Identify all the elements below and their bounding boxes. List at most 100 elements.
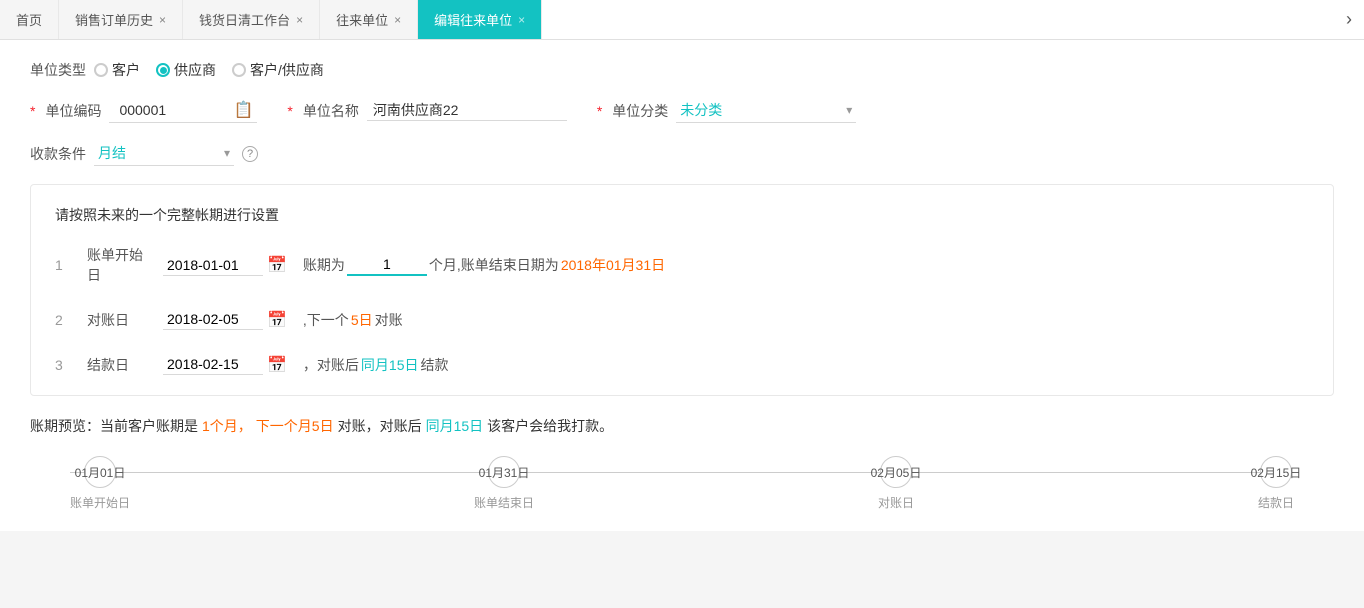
period-highlight-2: 5日 [351,310,373,330]
tab-partner-label: 往来单位 [336,10,388,29]
period-row-label-2: 对账日 [87,310,147,330]
period-date-input-2[interactable] [163,309,263,330]
unit-code-star: * [30,103,35,119]
radio-both-label: 客户/供应商 [250,60,324,80]
payment-terms-select[interactable]: 月结 ▾ [94,141,234,166]
radio-both[interactable]: 客户/供应商 [232,60,324,80]
tab-expand-button[interactable]: › [1334,0,1364,39]
period-row-num-3: 3 [55,357,71,373]
preview-mid: 下一个月5日 [256,416,334,436]
period-calendar-icon-2[interactable]: 📅 [267,310,287,330]
payment-chevron-icon: ▾ [224,146,230,160]
timeline-point-3: 02月15日 结款日 [1258,456,1294,511]
unit-category-label: 单位分类 [612,101,668,121]
preview-prefix: 账期预览：当前客户账期是 [30,416,198,436]
main-content: 单位类型 客户 供应商 客户/供应商 * 单位编码 [0,40,1364,531]
period-desc-suffix-2: 对账 [375,310,403,330]
radio-supplier[interactable]: 供应商 [156,60,216,80]
period-date-wrap-1: 📅 [163,255,287,276]
preview-text: 账期预览：当前客户账期是 1个月， 下一个月5日 对账，对账后 同月15日 该客… [30,416,1334,436]
timeline-dot-0: 01月01日 [84,456,116,488]
timeline-dot-label-1: 账单结束日 [474,494,534,511]
tab-cash-work[interactable]: 钱货日清工作台 × [183,0,320,39]
unit-name-star: * [287,103,292,119]
period-desc-suffix-1: 个月,账单结束日期为 [429,255,559,275]
unit-name-label: 单位名称 [303,101,359,121]
period-date-input-1[interactable] [163,255,263,276]
unit-code-input[interactable] [113,100,233,120]
chevron-down-icon: ▾ [846,103,852,117]
timeline-dot-label-3: 结款日 [1258,494,1294,511]
timeline-dot-label-0: 账单开始日 [70,494,130,511]
timeline: 01月01日 账单开始日 01月31日 账单结束日 02月05日 对账日 02月… [30,456,1334,511]
unit-code-field: * 单位编码 📋 [30,98,257,123]
period-highlight-3: 同月15日 [361,355,419,375]
radio-both-circle [232,63,246,77]
payment-terms-label: 收款条件 [30,144,86,164]
period-row-3: 3 结款日 📅 ，对账后 同月15日 结款 [55,354,1309,375]
unit-category-value: 未分类 [680,100,846,120]
radio-customer-label: 客户 [112,60,140,80]
tab-home-label: 首页 [16,10,42,29]
tab-sales-order[interactable]: 销售订单历史 × [59,0,183,39]
preview-suffix: 该客户会给我打款。 [487,416,613,436]
timeline-point-1: 01月31日 账单结束日 [474,456,534,511]
tab-partner-close[interactable]: × [394,13,401,27]
timeline-dot-date-3: 02月15日 [1251,464,1302,481]
tab-edit-partner-label: 编辑往来单位 [434,10,512,29]
unit-category-select[interactable]: 未分类 ▾ [676,98,856,123]
timeline-point-2: 02月05日 对账日 [878,456,914,511]
period-row-1: 1 账单开始日 📅 账期为 个月,账单结束日期为 2018年01月31日 [55,245,1309,285]
period-row-num-2: 2 [55,312,71,328]
period-box-title: 请按照未来的一个完整帐期进行设置 [55,205,1309,225]
tab-home[interactable]: 首页 [0,0,59,39]
radio-supplier-circle [156,63,170,77]
tab-edit-partner-close[interactable]: × [518,13,525,27]
timeline-dot-date-2: 02月05日 [871,464,922,481]
period-date-wrap-2: 📅 [163,309,287,330]
timeline-points: 01月01日 账单开始日 01月31日 账单结束日 02月05日 对账日 02月… [70,456,1294,511]
help-icon[interactable]: ? [242,146,258,162]
timeline-dot-date-0: 01月01日 [75,464,126,481]
radio-supplier-label: 供应商 [174,60,216,80]
tab-edit-partner[interactable]: 编辑往来单位 × [418,0,542,39]
preview-period: 1个月， [202,416,252,436]
period-desc-1: 账期为 个月,账单结束日期为 2018年01月31日 [303,254,665,276]
period-row-2: 2 对账日 📅 ,下一个 5日 对账 [55,309,1309,330]
tab-cash-work-label: 钱货日清工作台 [199,10,290,29]
unit-info-row: * 单位编码 📋 * 单位名称 * 单位分类 未分类 ▾ [30,98,1334,123]
tab-cash-work-close[interactable]: × [296,13,303,27]
period-calendar-icon-3[interactable]: 📅 [267,355,287,375]
period-box: 请按照未来的一个完整帐期进行设置 1 账单开始日 📅 账期为 个月,账单结束日期… [30,184,1334,396]
tab-partner[interactable]: 往来单位 × [320,0,418,39]
period-months-input[interactable] [347,254,427,276]
timeline-point-0: 01月01日 账单开始日 [70,456,130,511]
payment-terms-field: 收款条件 月结 ▾ ? [30,141,258,166]
unit-name-field: * 单位名称 [287,100,566,121]
radio-group: 客户 供应商 客户/供应商 [94,60,324,80]
unit-type-label: 单位类型 [30,60,86,80]
preview-mid2: 对账，对账后 [338,416,422,436]
period-end-date: 2018年01月31日 [561,255,665,275]
period-row-label-1: 账单开始日 [87,245,147,285]
unit-name-input[interactable] [367,100,567,121]
period-date-wrap-3: 📅 [163,354,287,375]
timeline-dot-2: 02月05日 [880,456,912,488]
unit-type-field: 单位类型 客户 供应商 客户/供应商 [30,60,324,80]
payment-terms-row: 收款条件 月结 ▾ ? [30,141,1334,166]
timeline-dot-3: 02月15日 [1260,456,1292,488]
period-date-input-3[interactable] [163,354,263,375]
period-desc-3: ，对账后 同月15日 结款 [303,355,449,375]
preview-end: 同月15日 [426,416,484,436]
unit-category-field: * 单位分类 未分类 ▾ [597,98,856,123]
unit-type-row: 单位类型 客户 供应商 客户/供应商 [30,60,1334,80]
timeline-dot-1: 01月31日 [488,456,520,488]
period-calendar-icon-1[interactable]: 📅 [267,255,287,275]
tab-bar: 首页 销售订单历史 × 钱货日清工作台 × 往来单位 × 编辑往来单位 × › [0,0,1364,40]
radio-customer-circle [94,63,108,77]
radio-customer[interactable]: 客户 [94,60,140,80]
period-desc-suffix-3: 结款 [421,355,449,375]
unit-category-star: * [597,103,602,119]
tab-sales-order-close[interactable]: × [159,13,166,27]
unit-code-copy-icon[interactable]: 📋 [233,100,253,120]
